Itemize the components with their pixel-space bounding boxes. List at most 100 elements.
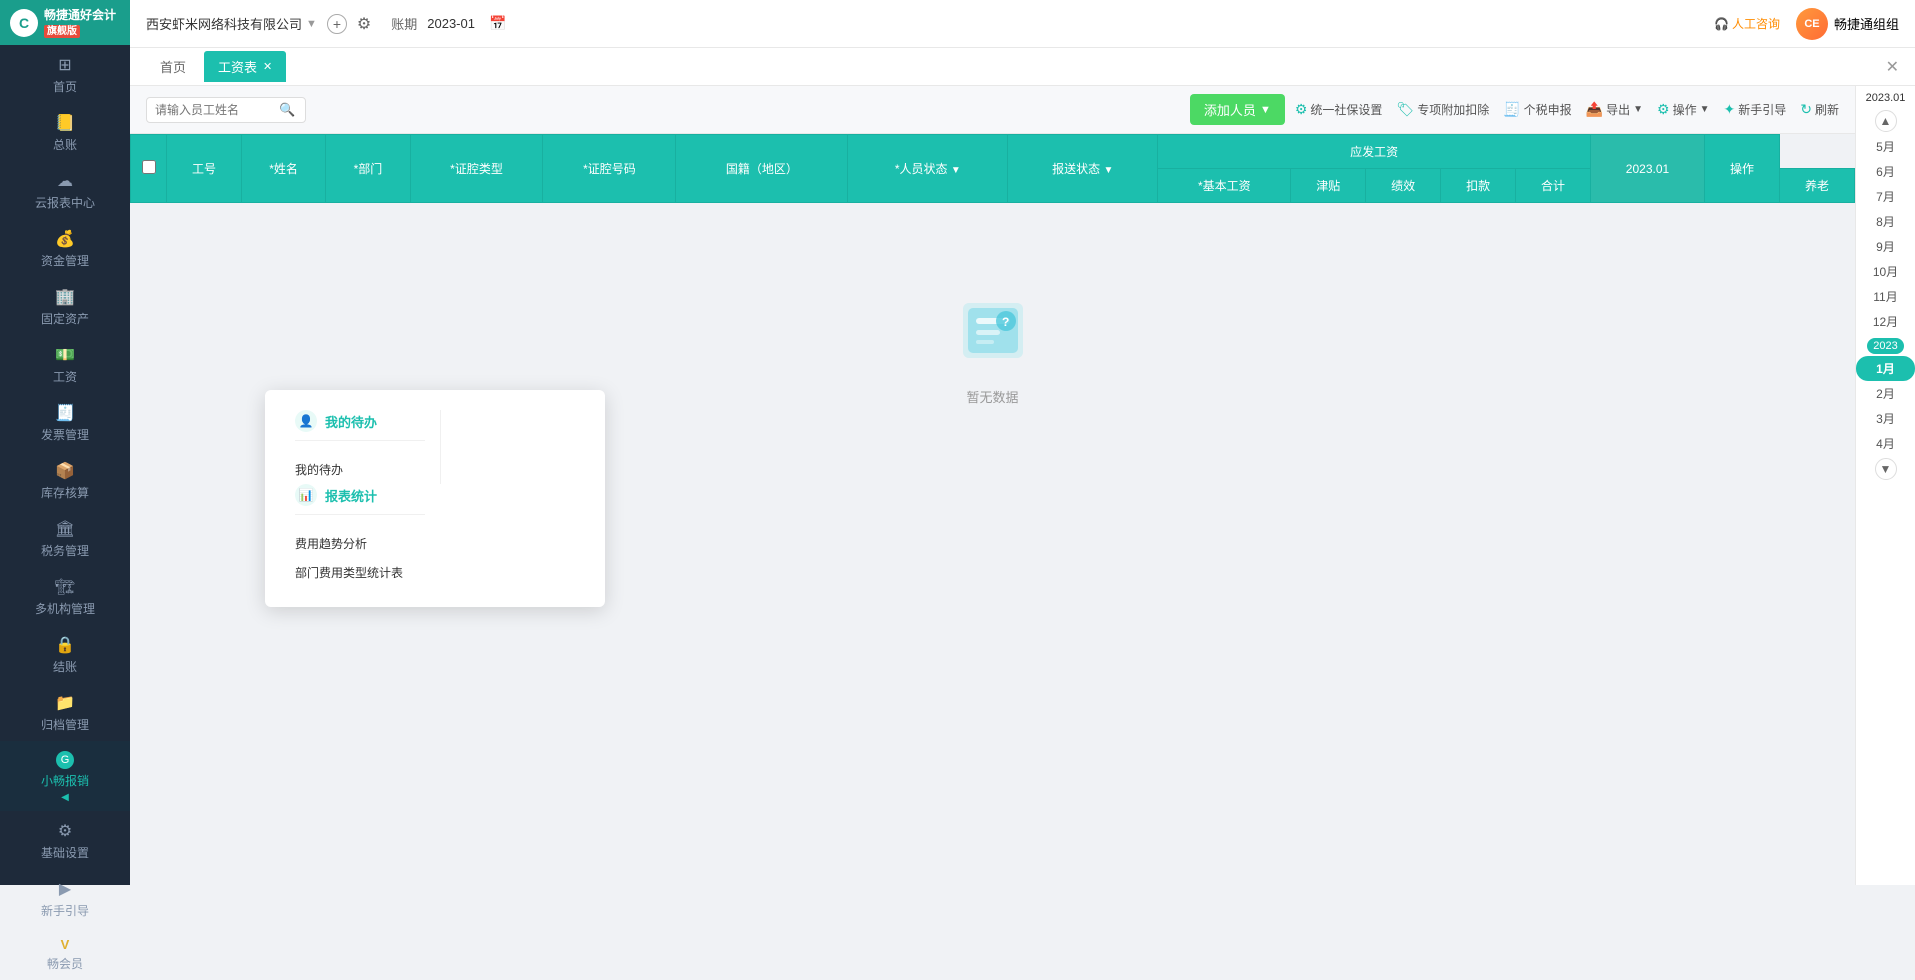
col-year-header: 2023.01 (1590, 135, 1704, 203)
sidebar-item-payroll[interactable]: 💵 工资 (0, 335, 130, 393)
cal-year-label: 2023 (1867, 338, 1903, 354)
cal-year-header: 2023.01 (1866, 92, 1906, 104)
sidebar-item-member[interactable]: V 畅会员 (0, 927, 130, 980)
add-company-button[interactable]: + (327, 14, 347, 34)
sidebar-item-tax[interactable]: 🏛 税务管理 (0, 509, 130, 567)
select-all-checkbox[interactable] (142, 160, 156, 174)
person-type-filter-icon[interactable]: ▼ (951, 165, 961, 176)
toolbar: 🔍 添加人员 ▼ ⚙ 统一社保设置 🏷 专项附加扣除 (130, 86, 1855, 134)
cal-month-8[interactable]: 8月 (1856, 209, 1915, 234)
header-right: 🎧 人工咨询 CE 畅捷通组组 (1714, 8, 1899, 40)
export-chevron-icon: ▼ (1633, 104, 1643, 115)
cal-month-6[interactable]: 6月 (1856, 159, 1915, 184)
multi-org-icon: 🏗 (55, 577, 75, 597)
sidebar-item-home[interactable]: ⊞ 首页 (0, 45, 130, 103)
cal-nav-down[interactable]: ▼ (1875, 458, 1897, 480)
individual-tax-button[interactable]: 🧾 个税申报 (1503, 101, 1571, 118)
col-group-salary: 应发工资 (1158, 135, 1591, 169)
col-id-type: *证腔类型 (410, 135, 543, 203)
sidebar-item-label: 畅会员 (47, 955, 83, 972)
fund-icon: 💰 (55, 229, 75, 249)
cal-month-12[interactable]: 12月 (1856, 309, 1915, 334)
sidebar-item-fixed-assets[interactable]: 🏢 固定资产 (0, 277, 130, 335)
report-icon: 📊 (295, 484, 317, 506)
company-settings-button[interactable]: ⚙ (357, 14, 371, 34)
tab-payroll-label: 工资表 (218, 57, 257, 76)
close-all-tabs-button[interactable]: ✕ (1886, 57, 1899, 77)
sidebar-item-ledger[interactable]: 📒 总账 (0, 103, 130, 161)
col-bonus: 津贴 (1291, 169, 1366, 203)
export-icon: 📤 (1586, 101, 1603, 118)
sidebar-item-guide[interactable]: ▶ 新手引导 (0, 869, 130, 927)
inventory-icon: 📦 (55, 461, 75, 481)
add-person-label: 添加人员 (1204, 100, 1256, 119)
sidebar-item-fund[interactable]: 💰 资金管理 (0, 219, 130, 277)
cal-nav-up[interactable]: ▲ (1875, 110, 1897, 132)
payroll-icon: 💵 (55, 345, 75, 365)
operations-button[interactable]: ⚙ 操作 ▼ (1657, 101, 1709, 118)
sidebar-item-basic[interactable]: ⚙ 基础设置 (0, 811, 130, 869)
cloud-icon: ☁ (57, 171, 73, 191)
toolbar-actions: ⚙ 统一社保设置 🏷 专项附加扣除 🧾 个税申报 📤 导出 ▼ (1295, 101, 1839, 118)
cal-month-1[interactable]: 1月 (1856, 356, 1915, 381)
sidebar-item-inventory[interactable]: 📦 库存核算 (0, 451, 130, 509)
social-security-button[interactable]: ⚙ 统一社保设置 (1295, 101, 1383, 118)
user-menu[interactable]: CE 畅捷通组组 (1796, 8, 1899, 40)
tab-home[interactable]: 首页 (146, 51, 200, 82)
cal-month-10[interactable]: 10月 (1856, 259, 1915, 284)
popup-section-report-title: 📊 报表统计 (295, 484, 425, 515)
app-logo: C 畅捷通好会计 旗舰版 (0, 0, 130, 45)
cal-month-4[interactable]: 4月 (1856, 431, 1915, 456)
special-deduct-icon: 🏷 (1396, 101, 1414, 118)
todo-icon: 👤 (295, 410, 317, 432)
ledger-icon: 📒 (55, 113, 75, 133)
cal-month-5[interactable]: 5月 (1856, 134, 1915, 159)
sidebar-item-label: 小畅报销 (41, 772, 89, 789)
cal-month-3[interactable]: 3月 (1856, 406, 1915, 431)
right-calendar: 2023.01 ▲ 5月 6月 7月 8月 9月 10月 11月 12月 202… (1855, 86, 1915, 885)
search-box[interactable]: 🔍 (146, 97, 306, 123)
special-deduct-button[interactable]: 🏷 专项附加扣除 (1396, 101, 1489, 118)
cal-month-11[interactable]: 11月 (1856, 284, 1915, 309)
sidebar-item-archive[interactable]: 📁 归档管理 (0, 683, 130, 741)
search-input[interactable] (155, 103, 275, 117)
col-dept: *部门 (326, 135, 410, 203)
col-name: *姓名 (241, 135, 325, 203)
col-total: 合计 (1516, 169, 1591, 203)
period-label: 账期 (391, 14, 417, 33)
cal-month-2[interactable]: 2月 (1856, 381, 1915, 406)
sidebar-item-close[interactable]: 🔒 结账 (0, 625, 130, 683)
sidebar-item-cloud-report[interactable]: ☁ 云报表中心 (0, 161, 130, 219)
popup-item-expense-trend[interactable]: 费用趋势分析 (295, 529, 425, 558)
report-status-filter-icon[interactable]: ▼ (1103, 165, 1113, 176)
chevron-down-icon: ▼ (1260, 104, 1271, 116)
new-guide-button[interactable]: ✦ 新手引导 (1724, 101, 1787, 118)
sidebar-item-xiaochang[interactable]: G 小畅报销 ◀ (0, 741, 130, 811)
avatar: CE (1796, 8, 1828, 40)
tab-payroll-table[interactable]: 工资表 ✕ (204, 51, 286, 82)
popup-item-dept-expense[interactable]: 部门费用类型统计表 (295, 558, 425, 587)
tab-close-icon[interactable]: ✕ (263, 60, 272, 73)
calendar-icon[interactable]: 📅 (489, 15, 506, 32)
cal-month-7[interactable]: 7月 (1856, 184, 1915, 209)
refresh-button[interactable]: ↻ 刷新 (1800, 101, 1839, 118)
tax-icon: 🏛 (55, 519, 75, 539)
sidebar-item-multi-org[interactable]: 🏗 多机构管理 (0, 567, 130, 625)
popup-item-my-todo[interactable]: 我的待办 (295, 455, 425, 484)
customer-service-button[interactable]: 🎧 人工咨询 (1714, 15, 1780, 32)
cal-month-9[interactable]: 9月 (1856, 234, 1915, 259)
period-value: 2023-01 (427, 16, 475, 31)
sidebar-item-label: 固定资产 (41, 310, 89, 327)
company-name[interactable]: 西安虾米网络科技有限公司 ▼ (146, 14, 317, 33)
col-pension: 养老 (1779, 169, 1854, 203)
search-icon[interactable]: 🔍 (279, 102, 295, 118)
col-base-salary: *基本工资 (1158, 169, 1291, 203)
sidebar-item-label: 总账 (53, 136, 77, 153)
export-button[interactable]: 📤 导出 ▼ (1586, 101, 1643, 118)
sidebar-item-invoice[interactable]: 🧾 发票管理 (0, 393, 130, 451)
sidebar: C 畅捷通好会计 旗舰版 ⊞ 首页 📒 总账 ☁ 云报表中心 💰 资金管理 🏢 … (0, 0, 130, 885)
sidebar-item-label: 新手引导 (41, 902, 89, 919)
add-person-button[interactable]: 添加人员 ▼ (1190, 94, 1285, 125)
sidebar-item-label: 库存核算 (41, 484, 89, 501)
select-all-header[interactable] (131, 135, 167, 203)
